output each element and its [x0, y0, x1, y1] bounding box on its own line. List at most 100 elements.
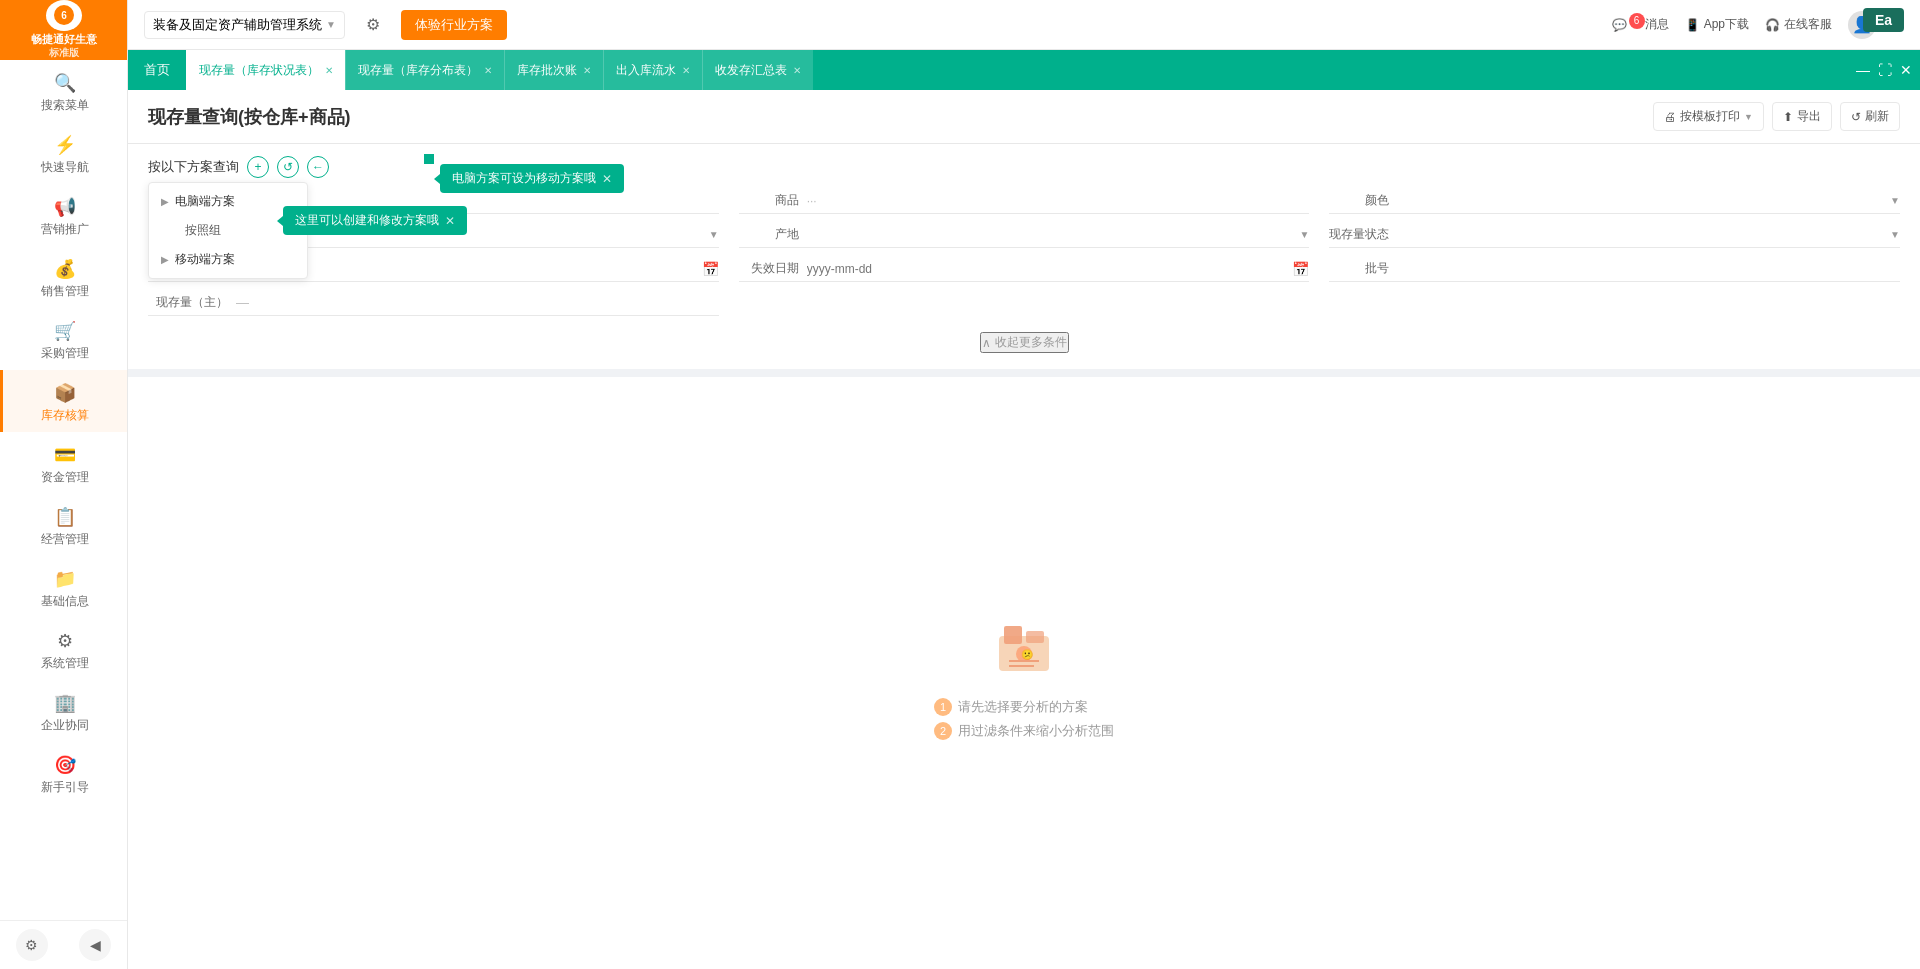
batch-label: 批号: [1329, 260, 1389, 277]
purchase-icon: 🛒: [54, 320, 76, 342]
system-icon: ⚙: [57, 630, 73, 652]
settings-button[interactable]: ⚙: [357, 9, 389, 41]
enterprise-icon: 🏢: [54, 692, 76, 714]
tab-close-batch-account[interactable]: ✕: [583, 65, 591, 76]
sidebar-item-enterprise[interactable]: 🏢 企业协同: [0, 680, 127, 742]
filter-header: 按以下方案查询 + ↺ ← ▶ 电脑端方案 按照组 ▶ 移动端方案: [148, 156, 1900, 178]
tab-receive-summary[interactable]: 收发存汇总表 ✕: [702, 50, 813, 90]
filter-refresh-button[interactable]: ↺: [277, 156, 299, 178]
sidebar-logo: 6 畅捷通好生意 标准版: [0, 0, 127, 60]
stock-status-label: 现存量状态: [1329, 226, 1389, 243]
sidebar-item-search[interactable]: 🔍 搜索菜单: [0, 60, 127, 122]
guide-icon: 🎯: [54, 754, 76, 776]
message-item[interactable]: 💬 6 消息: [1612, 16, 1669, 33]
prod-date-calendar-icon[interactable]: 📅: [702, 261, 719, 277]
sidebar-item-guide[interactable]: 🎯 新手引导: [0, 742, 127, 804]
tab-close-receive-summary[interactable]: ✕: [793, 65, 801, 76]
page-actions: 🖨 按模板打印 ▼ ⬆ 导出 ↺ 刷新: [1653, 102, 1900, 143]
template-print-button[interactable]: 🖨 按模板打印 ▼: [1653, 102, 1764, 131]
tooltip-edit-callout[interactable]: 这里可以创建和修改方案哦 ✕: [283, 206, 467, 235]
sidebar-item-label: 新手引导: [41, 779, 89, 796]
quick-nav-icon: ⚡: [54, 134, 76, 156]
stock-qty-field: 现存量（主） —: [148, 290, 719, 316]
tab-inventory-dist[interactable]: 现存量（库存分布表） ✕: [345, 50, 504, 90]
scheme-mobile-group[interactable]: ▶ 移动端方案: [149, 245, 307, 274]
sidebar-item-label: 系统管理: [41, 655, 89, 672]
sidebar-item-operation[interactable]: 📋 经营管理: [0, 494, 127, 556]
tooltip-desktop-close[interactable]: ✕: [602, 172, 612, 186]
stock-status-input[interactable]: [1397, 228, 1890, 242]
filter-back-button[interactable]: ←: [307, 156, 329, 178]
tooltip-desktop-callout[interactable]: 电脑方案可设为移动方案哦 ✕: [440, 164, 624, 193]
system-name: 装备及固定资产辅助管理系统: [153, 16, 322, 34]
inventory-icon: 📦: [54, 382, 76, 404]
color-input[interactable]: [1397, 194, 1890, 208]
settings-sidebar-button[interactable]: ⚙: [16, 929, 48, 961]
filter-label: 按以下方案查询: [148, 158, 239, 176]
app-download-item[interactable]: 📱 App下载: [1685, 16, 1749, 33]
collapse-sidebar-button[interactable]: ◀: [79, 929, 111, 961]
page-title: 现存量查询(按仓库+商品): [148, 105, 351, 141]
tooltip-edit-close[interactable]: ✕: [445, 214, 455, 228]
message-label: 消息: [1645, 16, 1669, 33]
logo-text: 畅捷通好生意: [31, 33, 97, 46]
message-badge: 6: [1629, 13, 1645, 29]
tab-minimize-icon[interactable]: —: [1856, 62, 1870, 78]
collapse-up-icon: ∧: [982, 336, 991, 350]
step2-num: 2: [934, 722, 952, 740]
sidebar-item-marketing[interactable]: 📢 营销推广: [0, 184, 127, 246]
exp-date-input[interactable]: [807, 262, 1289, 276]
tab-close-inventory-status[interactable]: ✕: [325, 65, 333, 76]
sidebar-item-basic[interactable]: 📁 基础信息: [0, 556, 127, 618]
filter-row-3: 生产日期 📅 失效日期 📅 批号: [148, 256, 1900, 290]
sidebar-item-sales[interactable]: 💰 销售管理: [0, 246, 127, 308]
sidebar-item-system[interactable]: ⚙ 系统管理: [0, 618, 127, 680]
tab-inventory-status[interactable]: 现存量（库存状况表） ✕: [186, 50, 345, 90]
exp-date-field: 失效日期 📅: [739, 256, 1310, 282]
tab-maximize-icon[interactable]: ⛶: [1878, 62, 1892, 78]
sidebar-item-finance[interactable]: 💳 资金管理: [0, 432, 127, 494]
empty-col-1: [739, 290, 1310, 316]
goods-label: 商品: [739, 192, 799, 209]
origin-input[interactable]: [807, 228, 1300, 242]
tab-close-in-out-flow[interactable]: ✕: [682, 65, 690, 76]
size-dropdown-arrow: ▼: [709, 229, 719, 240]
filter-area: 按以下方案查询 + ↺ ← ▶ 电脑端方案 按照组 ▶ 移动端方案: [128, 144, 1920, 369]
page-header: 现存量查询(按仓库+商品) 🖨 按模板打印 ▼ ⬆ 导出 ↺ 刷新: [128, 90, 1920, 144]
tooltip-desktop-wrapper: 电脑方案可设为移动方案哦 ✕: [424, 154, 624, 193]
tab-in-out-flow[interactable]: 出入库流水 ✕: [603, 50, 702, 90]
empty-col-2: [1329, 290, 1900, 316]
step1-num: 1: [934, 698, 952, 716]
indicator-dot: [424, 154, 434, 164]
filter-add-button[interactable]: +: [247, 156, 269, 178]
collapse-button[interactable]: ∧ 收起更多条件: [980, 332, 1069, 353]
tab-close-inventory-dist[interactable]: ✕: [484, 65, 492, 76]
svg-rect-3: [1004, 626, 1022, 644]
sidebar-item-quick-nav[interactable]: ⚡ 快速导航: [0, 122, 127, 184]
print-icon: 🖨: [1664, 110, 1676, 124]
goods-ellipsis: ···: [807, 194, 1310, 208]
export-button[interactable]: ⬆ 导出: [1772, 102, 1832, 131]
content-area: 😕 1 请先选择要分析的方案 2 用过滤条件来缩小分析范围: [128, 377, 1920, 969]
svg-text:6: 6: [61, 10, 67, 21]
sidebar-item-purchase[interactable]: 🛒 采购管理: [0, 308, 127, 370]
tab-close-all-icon[interactable]: ✕: [1900, 62, 1912, 78]
tab-bar-end: — ⛶ ✕: [1856, 62, 1920, 78]
tooltip-desktop-indicator: [424, 154, 624, 164]
sidebar-bottom: ⚙ ◀: [0, 920, 127, 969]
system-name-dropdown[interactable]: 装备及固定资产辅助管理系统 ▼: [144, 11, 345, 39]
sidebar-item-inventory[interactable]: 📦 库存核算: [0, 370, 127, 432]
sidebar-item-label: 快速导航: [41, 159, 89, 176]
stock-qty-input[interactable]: [257, 296, 719, 310]
exp-date-calendar-icon[interactable]: 📅: [1292, 261, 1309, 277]
tab-home[interactable]: 首页: [128, 50, 186, 90]
support-item[interactable]: 🎧 在线客服: [1765, 16, 1832, 33]
tooltip-desktop-text: 电脑方案可设为移动方案哦: [452, 170, 596, 187]
color-label: 颜色: [1329, 192, 1389, 209]
industry-button[interactable]: 体验行业方案: [401, 10, 507, 40]
batch-input[interactable]: [1397, 262, 1900, 276]
sidebar-menu: 🔍 搜索菜单 ⚡ 快速导航 📢 营销推广 💰 销售管理 🛒 采购管理 📦 库存核…: [0, 60, 127, 920]
tab-batch-account[interactable]: 库存批次账 ✕: [504, 50, 603, 90]
refresh-button[interactable]: ↺ 刷新: [1840, 102, 1900, 131]
logo-icon: 6: [46, 0, 82, 31]
